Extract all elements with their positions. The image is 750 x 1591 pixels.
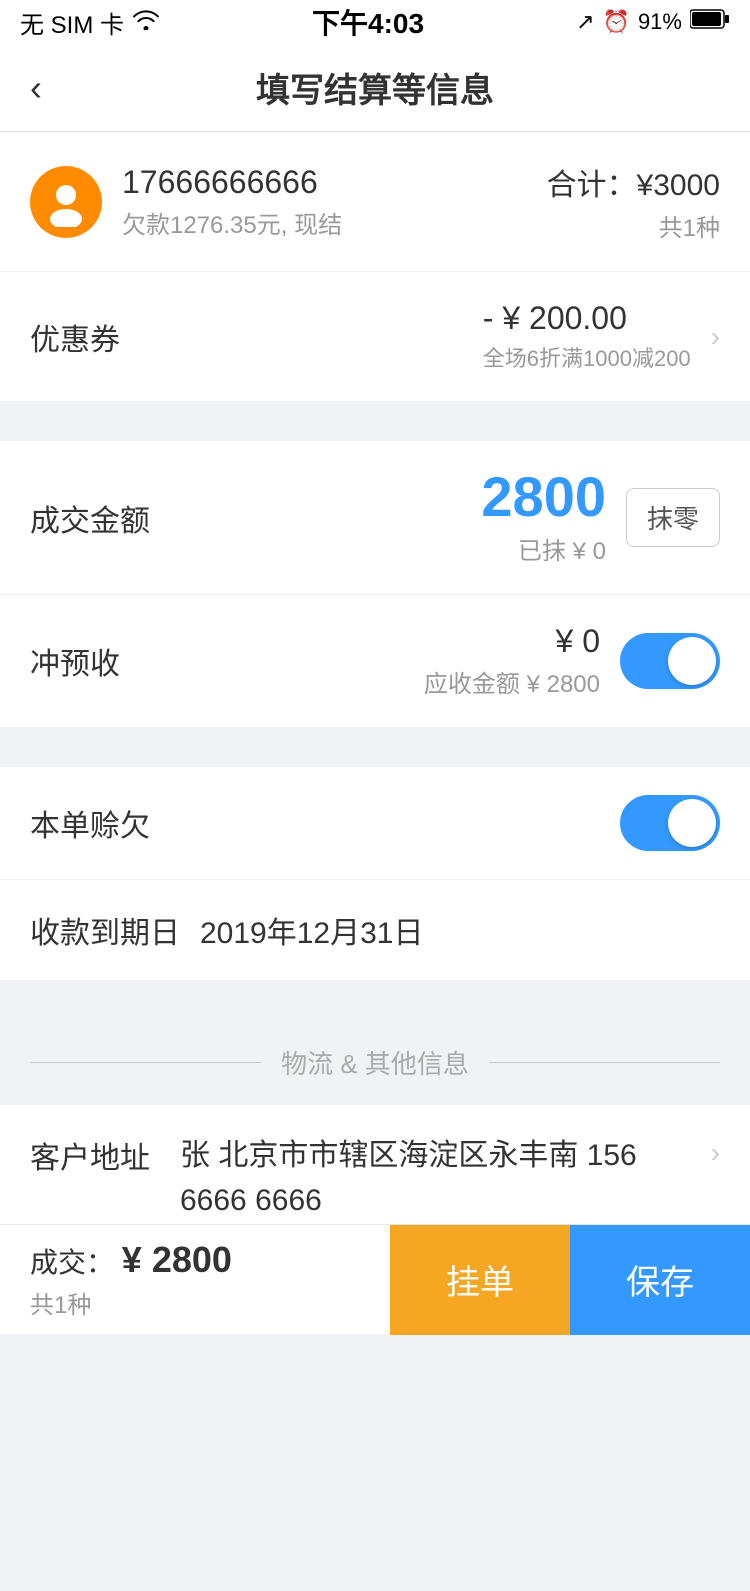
bottom-count: 共1种 <box>30 1285 360 1320</box>
deal-right: 2800 已抹 ¥ 0 抹零 <box>481 469 720 566</box>
prereceive-amount: ¥ 0 <box>424 623 600 660</box>
section-divider-1 <box>0 421 750 441</box>
prereceive-amount-wrap: ¥ 0 应收金额 ¥ 2800 <box>424 623 600 699</box>
address-value: 张 北京市市辖区海淀区永丰南 156 6666 6666 <box>180 1133 701 1223</box>
coupon-desc: 全场6折满1000减200 <box>483 341 691 373</box>
section-divider-2 <box>0 747 750 767</box>
coupon-chevron-right-icon: › <box>711 321 720 353</box>
customer-left: 17666666666 欠款1276.35元, 现结 <box>30 164 342 240</box>
writeoff-card: 本单赊欠 收款到期日 2019年12月31日 <box>0 767 750 980</box>
writeoff-toggle-knob <box>668 799 716 847</box>
round-zero-button[interactable]: 抹零 <box>626 488 720 547</box>
customer-phone: 17666666666 <box>122 164 342 201</box>
battery-icon <box>690 8 730 36</box>
prereceive-sub: 应收金额 ¥ 2800 <box>424 664 600 699</box>
logistics-header: 物流 & 其他信息 <box>0 1020 750 1105</box>
total-amount: 合计：¥3000 <box>547 160 720 204</box>
bottom-bar: 成交： ¥ 2800 共1种 挂单 保存 <box>0 1224 750 1334</box>
main-content: 17666666666 欠款1276.35元, 现结 合计：¥3000 共1种 … <box>0 132 750 1591</box>
duedate-value: 2019年12月31日 <box>200 908 423 952</box>
prereceive-label: 冲预收 <box>30 639 120 683</box>
bottom-summary: 成交： ¥ 2800 共1种 <box>0 1239 390 1320</box>
alarm-icon: ⏰ <box>603 9 630 35</box>
hold-button[interactable]: 挂单 <box>390 1225 570 1335</box>
total-count: 共1种 <box>547 208 720 243</box>
prereceive-toggle[interactable] <box>620 633 720 689</box>
deal-amount-value: 2800 <box>481 469 606 525</box>
duedate-row: 收款到期日 2019年12月31日 <box>0 879 750 980</box>
status-right: ↗ ⏰ 91% <box>576 8 730 36</box>
battery-text: 91% <box>638 9 682 35</box>
address-chevron-right-icon: › <box>711 1137 720 1169</box>
customer-total: 合计：¥3000 共1种 <box>547 160 720 243</box>
coupon-amount: - ¥ 200.00 <box>483 300 691 337</box>
status-bar: 无 SIM 卡 下午4:03 ↗ ⏰ 91% <box>0 0 750 44</box>
save-button[interactable]: 保存 <box>570 1225 750 1335</box>
avatar <box>30 166 102 238</box>
prereceive-toggle-knob <box>668 637 716 685</box>
coupon-row[interactable]: 优惠券 - ¥ 200.00 全场6折满1000减200 › <box>0 271 750 401</box>
page-title: 填写结算等信息 <box>256 63 494 112</box>
bottom-deal-amount: ¥ 2800 <box>122 1239 232 1280</box>
coupon-info: - ¥ 200.00 全场6折满1000减200 <box>483 300 691 373</box>
deal-amount-label: 成交金额 <box>30 496 150 540</box>
duedate-label: 收款到期日 <box>30 908 180 952</box>
deal-amount-card: 成交金额 2800 已抹 ¥ 0 抹零 冲预收 ¥ 0 应收金额 ¥ 2800 <box>0 441 750 727</box>
deal-amount-wrap: 2800 已抹 ¥ 0 <box>481 469 606 566</box>
location-icon: ↗ <box>576 9 594 35</box>
section-divider-3 <box>0 1000 750 1020</box>
coupon-label: 优惠券 <box>30 315 120 359</box>
customer-card: 17666666666 欠款1276.35元, 现结 合计：¥3000 共1种 … <box>0 132 750 401</box>
deal-amount-sub: 已抹 ¥ 0 <box>481 531 606 566</box>
bottom-deal-line: 成交： ¥ 2800 <box>30 1239 360 1281</box>
no-sim-text: 无 SIM 卡 <box>20 5 124 40</box>
back-button[interactable]: ‹ <box>30 67 90 109</box>
customer-info: 17666666666 欠款1276.35元, 现结 <box>122 164 342 240</box>
status-left: 无 SIM 卡 <box>20 5 160 40</box>
logistics-line-left <box>30 1062 261 1063</box>
deal-amount-row: 成交金额 2800 已抹 ¥ 0 抹零 <box>0 441 750 594</box>
logistics-text: 物流 & 其他信息 <box>281 1044 469 1081</box>
bottom-deal-label: 成交： <box>30 1247 114 1278</box>
writeoff-row: 本单赊欠 <box>0 767 750 879</box>
wifi-icon <box>132 8 160 36</box>
status-time: 下午4:03 <box>312 2 424 42</box>
logistics-line-right <box>489 1062 720 1063</box>
customer-row: 17666666666 欠款1276.35元, 现结 合计：¥3000 共1种 <box>0 132 750 271</box>
address-label: 客户地址 <box>30 1133 150 1177</box>
writeoff-toggle[interactable] <box>620 795 720 851</box>
nav-bar: ‹ 填写结算等信息 <box>0 44 750 132</box>
writeoff-label: 本单赊欠 <box>30 801 150 845</box>
customer-sub: 欠款1276.35元, 现结 <box>122 205 342 240</box>
prereceive-row: 冲预收 ¥ 0 应收金额 ¥ 2800 <box>0 594 750 727</box>
coupon-right: - ¥ 200.00 全场6折满1000减200 › <box>483 300 720 373</box>
prereceive-right: ¥ 0 应收金额 ¥ 2800 <box>424 623 720 699</box>
